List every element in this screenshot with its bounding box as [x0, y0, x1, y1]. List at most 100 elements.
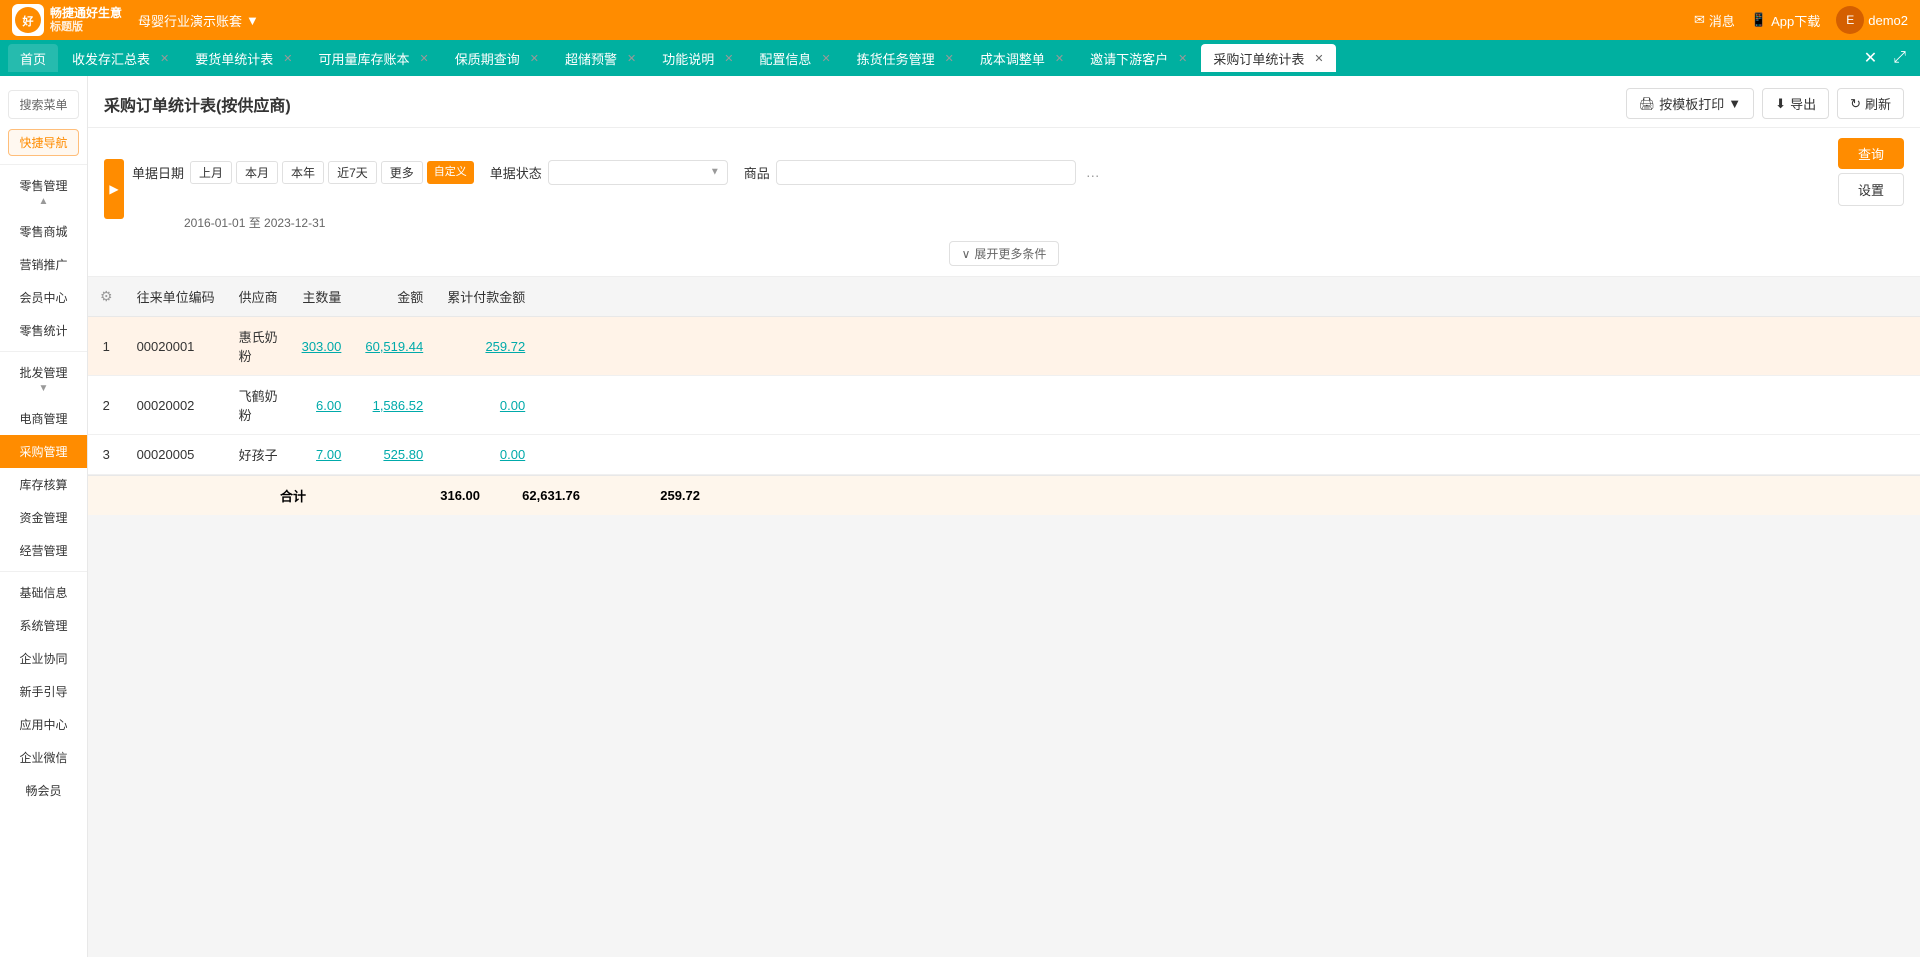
sidebar-item-wechat[interactable]: 企业微信 — [0, 741, 87, 774]
expand-more-area: ∨ 展开更多条件 — [104, 235, 1904, 272]
sidebar-item-wholesale[interactable]: 批发管理 ▼ — [0, 356, 87, 402]
cell-amount-1[interactable]: 60,519.44 — [353, 317, 435, 376]
settings-btn[interactable]: 设置 — [1838, 173, 1904, 206]
row-num-2: 2 — [88, 376, 125, 435]
sidebar-item-app-center[interactable]: 应用中心 — [0, 708, 87, 741]
date-btn-this-month[interactable]: 本月 — [236, 161, 278, 184]
filter-content: 单据日期 上月 本月 本年 近7天 更多 自定义 — [132, 138, 1904, 235]
page-actions: 🖨 按模板打印 ▼ ⬇ 导出 ↻ 刷新 — [1626, 88, 1904, 119]
cell-qty-2[interactable]: 6.00 — [290, 376, 354, 435]
close-icon[interactable]: ✕ — [627, 52, 636, 65]
sidebar-item-basic-info[interactable]: 基础信息 — [0, 576, 87, 609]
tab-peizhi[interactable]: 配置信息 ✕ — [747, 44, 842, 72]
refresh-btn[interactable]: ↻ 刷新 — [1837, 88, 1904, 119]
workspace-selector[interactable]: 母婴行业演示账套 ▼ — [130, 9, 267, 32]
close-icon[interactable]: ✕ — [1314, 52, 1323, 65]
tab-caigou-active[interactable]: 采购订单统计表 ✕ — [1201, 44, 1335, 72]
date-btn-7days[interactable]: 近7天 — [328, 161, 377, 184]
printer-icon: 🖨 — [1639, 96, 1656, 112]
table-body: 1 00020001 惠氏奶粉 303.00 60,519.44 259.72 … — [88, 317, 1920, 475]
cell-paid-1[interactable]: 259.72 — [435, 317, 537, 376]
tab-keyongliang[interactable]: 可用量库存账本 ✕ — [306, 44, 440, 72]
close-icon[interactable]: ✕ — [724, 52, 733, 65]
gear-icon[interactable]: ⚙ — [100, 288, 113, 304]
message-btn[interactable]: ✉ 消息 — [1694, 11, 1735, 30]
close-icon[interactable]: ✕ — [283, 52, 292, 65]
tab-home[interactable]: 首页 — [8, 44, 58, 72]
close-icon[interactable]: ✕ — [945, 52, 954, 65]
date-btn-this-year[interactable]: 本年 — [282, 161, 324, 184]
goods-input[interactable] — [776, 160, 1076, 185]
cell-code-3: 00020005 — [125, 435, 227, 475]
cell-qty-1[interactable]: 303.00 — [290, 317, 354, 376]
sidebar-item-retail-mgmt[interactable]: 零售管理 ▲ — [0, 169, 87, 215]
footer-row: 合计 316.00 62,631.76 259.72 — [100, 486, 1908, 505]
chevron-left-icon: ▶ — [109, 182, 118, 196]
cell-supplier-1: 惠氏奶粉 — [227, 317, 290, 376]
sidebar-item-newbie[interactable]: 新手引导 — [0, 675, 87, 708]
date-btn-more[interactable]: 更多 — [381, 161, 423, 184]
footer-paid: 259.72 — [580, 486, 700, 505]
tab-jianhuo[interactable]: 拣货任务管理 ✕ — [845, 44, 966, 72]
export-btn[interactable]: ⬇ 导出 — [1762, 88, 1829, 119]
close-icon[interactable]: ✕ — [420, 52, 429, 65]
close-icon[interactable]: ✕ — [530, 52, 539, 65]
quick-nav-btn[interactable]: 快捷导航 — [8, 129, 79, 156]
query-btn[interactable]: 查询 — [1838, 138, 1904, 169]
user-area[interactable]: E demo2 — [1836, 6, 1908, 34]
cell-amount-3[interactable]: 525.80 — [353, 435, 435, 475]
app-download-btn[interactable]: 📱 App下载 — [1751, 11, 1820, 30]
sidebar-item-system[interactable]: 系统管理 — [0, 609, 87, 642]
tab-shoufacun[interactable]: 收发存汇总表 ✕ — [60, 44, 181, 72]
sidebar-item-members[interactable]: 会员中心 — [0, 281, 87, 314]
tab-chaochu[interactable]: 超储预警 ✕ — [553, 44, 648, 72]
content-area: 采购订单统计表(按供应商) 🖨 按模板打印 ▼ ⬇ 导出 ↻ 刷新 — [88, 76, 1920, 957]
status-select[interactable] — [548, 160, 728, 185]
col-supplier: 供应商 — [227, 277, 290, 317]
tab-yaohuo[interactable]: 要货单统计表 ✕ — [183, 44, 304, 72]
close-icon[interactable]: ✕ — [1055, 52, 1064, 65]
sidebar-divider-1 — [0, 164, 87, 165]
cell-amount-2[interactable]: 1,586.52 — [353, 376, 435, 435]
top-bar-left: 好 畅捷通好生意 标题版 母婴行业演示账套 ▼ — [12, 4, 267, 36]
more-options-icon[interactable]: … — [1086, 164, 1100, 180]
print-btn[interactable]: 🖨 按模板打印 ▼ — [1626, 88, 1754, 119]
cell-qty-3[interactable]: 7.00 — [290, 435, 354, 475]
cell-supplier-3: 好孩子 — [227, 435, 290, 475]
sidebar-item-retail-shop[interactable]: 零售商城 — [0, 215, 87, 248]
sidebar-item-purchase[interactable]: 采购管理 — [0, 435, 87, 468]
tab-gongneng[interactable]: 功能说明 ✕ — [650, 44, 745, 72]
search-menu-btn[interactable]: 搜索菜单 — [8, 90, 79, 119]
nav-end-btns: ✕ ⤢ — [1858, 46, 1912, 70]
status-select-wrapper — [548, 160, 728, 185]
expand-more-btn[interactable]: ∨ 展开更多条件 — [949, 241, 1060, 266]
nav-expand-btn[interactable]: ⤢ — [1887, 47, 1912, 69]
cell-paid-3[interactable]: 0.00 — [435, 435, 537, 475]
workspace-arrow-icon: ▼ — [246, 13, 259, 28]
col-empty — [537, 277, 1920, 317]
svg-text:好: 好 — [22, 14, 34, 28]
chevron-down-icon: ▲ — [39, 196, 49, 207]
sidebar-item-marketing[interactable]: 营销推广 — [0, 248, 87, 281]
table-area: ⚙ 往来单位编码 供应商 主数量 金额 累计付款金额 1 00020001 — [88, 277, 1920, 515]
cell-paid-2[interactable]: 0.00 — [435, 376, 537, 435]
tab-yaoqing[interactable]: 邀请下游客户 ✕ — [1078, 44, 1199, 72]
sidebar-item-retail-stats[interactable]: 零售统计 — [0, 314, 87, 347]
close-icon[interactable]: ✕ — [160, 52, 169, 65]
date-btn-last-month[interactable]: 上月 — [190, 161, 232, 184]
sidebar-item-operations[interactable]: 经营管理 — [0, 534, 87, 567]
table-header-row: ⚙ 往来单位编码 供应商 主数量 金额 累计付款金额 — [88, 277, 1920, 317]
tab-baozhi[interactable]: 保质期查询 ✕ — [443, 44, 551, 72]
sidebar-item-inventory[interactable]: 库存核算 — [0, 468, 87, 501]
tab-chengben[interactable]: 成本调整单 ✕ — [968, 44, 1076, 72]
sidebar-item-ecommerce[interactable]: 电商管理 — [0, 402, 87, 435]
close-icon[interactable]: ✕ — [1178, 52, 1187, 65]
nav-close-btn[interactable]: ✕ — [1858, 46, 1883, 70]
sidebar-item-finance[interactable]: 资金管理 — [0, 501, 87, 534]
close-icon[interactable]: ✕ — [821, 52, 830, 65]
sidebar-item-vip[interactable]: 畅会员 — [0, 774, 87, 807]
goods-filter: 商品 … — [744, 160, 1100, 185]
filter-toggle-btn[interactable]: ▶ — [104, 159, 124, 219]
sidebar-item-enterprise[interactable]: 企业协同 — [0, 642, 87, 675]
footer-label: 合计 — [280, 486, 400, 505]
